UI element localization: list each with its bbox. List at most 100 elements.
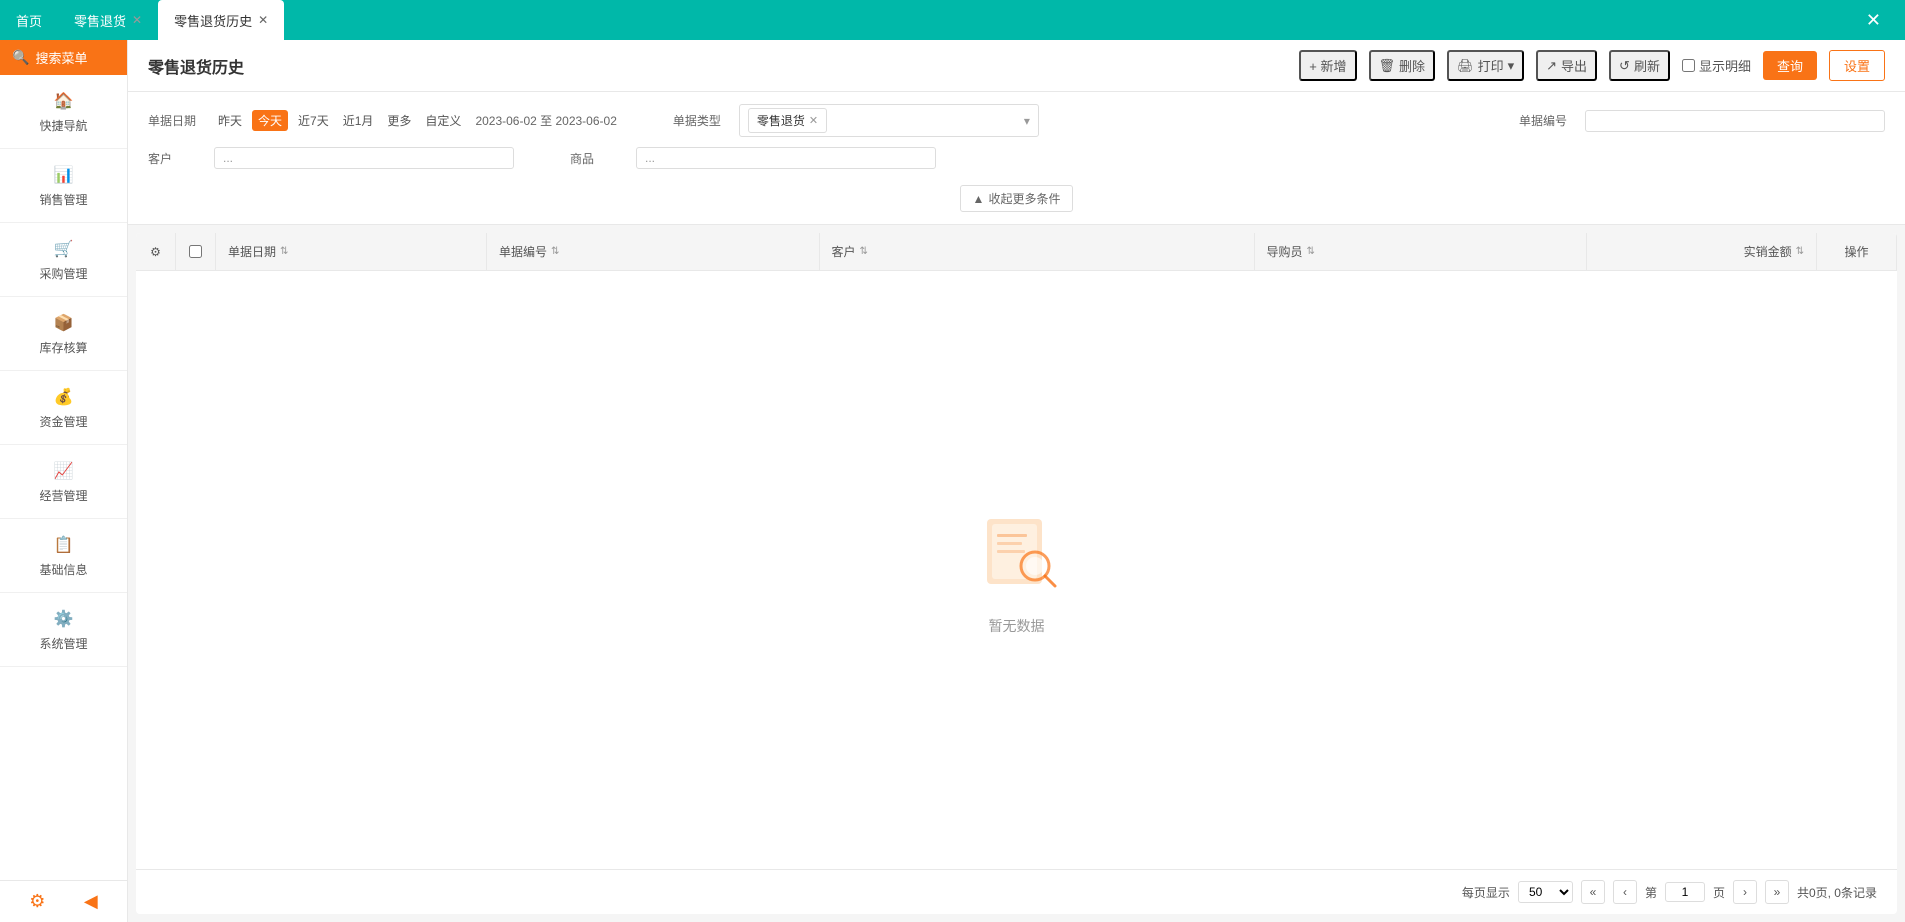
window-close-button[interactable]: ✕ (1858, 10, 1889, 31)
print-button[interactable]: 🖨 打印 ▾ (1447, 50, 1524, 81)
bill-type-tag-close[interactable]: ✕ (809, 114, 818, 127)
settings-button[interactable]: 设置 (1829, 50, 1885, 81)
tab-retail-return[interactable]: 零售退货 ✕ (58, 0, 158, 40)
page-size-label: 每页显示 (1462, 884, 1510, 901)
sidebar-item-inventory[interactable]: 📦 库存核算 (0, 297, 127, 371)
date-opt-1month[interactable]: 近1月 (339, 110, 378, 131)
show-detail-checkbox-label[interactable]: 显示明细 (1682, 56, 1751, 75)
sidebar-item-inventory-label: 库存核算 (39, 339, 87, 356)
empty-icon (967, 504, 1067, 604)
date-opt-yesterday[interactable]: 昨天 (214, 110, 246, 131)
sidebar-item-operations[interactable]: 📈 经营管理 (0, 445, 127, 519)
sidebar-pin-button[interactable]: ◀ (84, 891, 98, 912)
show-detail-checkbox[interactable] (1682, 59, 1695, 72)
date-opt-7days[interactable]: 近7天 (294, 110, 333, 131)
operations-icon: 📈 (52, 459, 76, 483)
print-icon: 🖨 (1457, 58, 1474, 74)
collapse-up-icon: ▲ (973, 192, 985, 206)
query-button-label: 查询 (1777, 56, 1803, 75)
sales-icon: 📊 (52, 163, 76, 187)
delete-button[interactable]: 🗑 删除 (1369, 50, 1436, 81)
content-area: 零售退货历史 + 新增 🗑 删除 🖨 打印 ▾ ↗ 导出 (128, 40, 1905, 922)
page-last-button[interactable]: » (1765, 880, 1789, 904)
system-icon: ⚙️ (52, 607, 76, 631)
page-prev-button[interactable]: ‹ (1613, 880, 1637, 904)
empty-text: 暂无数据 (989, 616, 1045, 636)
tab-retail-return-close[interactable]: ✕ (132, 13, 142, 27)
total-label: 共0页, 0条记录 (1797, 884, 1877, 901)
date-opt-custom[interactable]: 自定义 (421, 110, 465, 131)
sidebar-item-system[interactable]: ⚙️ 系统管理 (0, 593, 127, 667)
th-amount[interactable]: 实销金额 ⇅ (1587, 233, 1817, 270)
sidebar: 🔍 搜索菜单 🏠 快捷导航 📊 销售管理 🛒 采购管理 📦 库存核算 💰 (0, 40, 128, 922)
th-customer[interactable]: 客户 ⇅ (820, 233, 1255, 270)
date-range-display: 2023-06-02 至 2023-06-02 (475, 112, 616, 129)
top-bar: 首页 零售退货 ✕ 零售退货历史 ✕ ✕ (0, 0, 1905, 40)
tab-bar: 首页 零售退货 ✕ 零售退货历史 ✕ (0, 0, 1858, 40)
sidebar-item-basics[interactable]: 📋 基础信息 (0, 519, 127, 593)
date-opt-more[interactable]: 更多 (383, 110, 415, 131)
bill-no-input[interactable] (1585, 110, 1885, 132)
collapse-button[interactable]: ▲ 收起更多条件 (960, 185, 1074, 212)
refresh-button-label: 刷新 (1634, 56, 1660, 75)
page-page-label: 页 (1713, 884, 1725, 901)
sidebar-item-system-label: 系统管理 (39, 635, 87, 652)
tab-retail-return-history[interactable]: 零售退货历史 ✕ (158, 0, 284, 40)
bill-type-dropdown[interactable]: 零售退货 ✕ ▾ (739, 104, 1039, 137)
sidebar-item-operations-label: 经营管理 (39, 487, 87, 504)
th-customer-label: 客户 (832, 243, 856, 260)
date-opt-today[interactable]: 今天 (252, 110, 288, 131)
sidebar-item-purchase[interactable]: 🛒 采购管理 (0, 223, 127, 297)
sidebar-search-label: 搜索菜单 (35, 48, 87, 67)
collapse-button-label: 收起更多条件 (988, 190, 1060, 207)
th-customer-sort-icon: ⇅ (860, 246, 868, 257)
bill-type-tag: 零售退货 ✕ (748, 108, 827, 133)
pagination-bar: 每页显示 50 10 20 100 « ‹ 第 页 › » 共0页, 0条记录 (136, 869, 1897, 914)
refresh-button[interactable]: ↺ 刷新 (1609, 50, 1670, 81)
page-di-label: 第 (1645, 884, 1657, 901)
filter-row-1: 单据日期 昨天 今天 近7天 近1月 更多 自定义 2023-06-02 至 2… (148, 104, 1885, 137)
th-check[interactable] (176, 233, 216, 270)
tab-home[interactable]: 首页 (0, 0, 58, 40)
th-date[interactable]: 单据日期 ⇅ (216, 233, 487, 270)
sidebar-item-purchase-label: 采购管理 (39, 265, 87, 282)
new-button[interactable]: + 新增 (1299, 50, 1356, 81)
bill-type-value: 零售退货 (757, 112, 805, 129)
date-label: 单据日期 (148, 112, 198, 129)
sidebar-search[interactable]: 🔍 搜索菜单 (0, 40, 127, 75)
bill-type-dropdown-arrow: ▾ (1024, 114, 1030, 128)
print-button-label: 打印 (1478, 56, 1504, 75)
sidebar-settings-button[interactable]: ⚙ (29, 891, 45, 912)
date-options: 昨天 今天 近7天 近1月 更多 自定义 2023-06-02 至 2023-0… (214, 110, 617, 131)
customer-input[interactable]: ... (214, 147, 514, 169)
bill-type-label: 单据类型 (673, 112, 723, 129)
th-ops: 操作 (1817, 233, 1897, 270)
refresh-icon: ↺ (1619, 58, 1630, 74)
sidebar-item-basics-label: 基础信息 (39, 561, 87, 578)
sidebar-item-finance[interactable]: 💰 资金管理 (0, 371, 127, 445)
page-next-button[interactable]: › (1733, 880, 1757, 904)
bill-no-label: 单据编号 (1519, 112, 1569, 129)
th-billno[interactable]: 单据编号 ⇅ (487, 233, 820, 270)
th-guide-label: 导购员 (1267, 243, 1303, 260)
th-gear[interactable]: ⚙ (136, 233, 176, 270)
settings-button-label: 设置 (1844, 56, 1870, 75)
th-amount-label: 实销金额 (1744, 243, 1792, 260)
tab-retail-return-history-close[interactable]: ✕ (258, 13, 268, 27)
basics-icon: 📋 (52, 533, 76, 557)
page-number-input[interactable] (1665, 882, 1705, 902)
query-button[interactable]: 查询 (1763, 51, 1817, 80)
th-guide[interactable]: 导购员 ⇅ (1255, 233, 1588, 270)
new-button-label: + 新增 (1309, 56, 1346, 75)
select-all-checkbox[interactable] (189, 245, 202, 258)
sidebar-item-quicknav[interactable]: 🏠 快捷导航 (0, 75, 127, 149)
gear-icon: ⚙ (150, 245, 161, 259)
page-first-button[interactable]: « (1581, 880, 1605, 904)
goods-input[interactable]: ... (636, 147, 936, 169)
export-button-label: 导出 (1561, 56, 1587, 75)
quicknav-icon: 🏠 (52, 89, 76, 113)
sidebar-item-sales[interactable]: 📊 销售管理 (0, 149, 127, 223)
page-size-select[interactable]: 50 10 20 100 (1518, 881, 1573, 903)
export-button[interactable]: ↗ 导出 (1536, 50, 1597, 81)
main-layout: 🔍 搜索菜单 🏠 快捷导航 📊 销售管理 🛒 采购管理 📦 库存核算 💰 (0, 40, 1905, 922)
